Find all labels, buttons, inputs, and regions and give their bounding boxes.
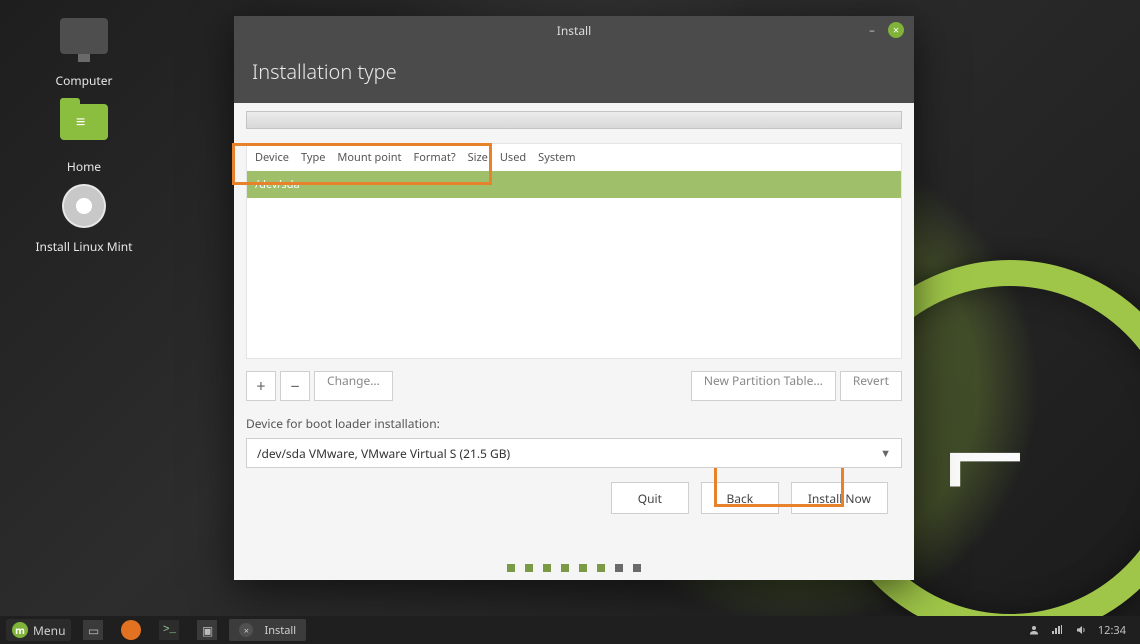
wizard-progress-dots <box>234 544 914 580</box>
desktop-icon-label: Computer <box>24 72 144 89</box>
volume-icon[interactable] <box>1074 624 1088 636</box>
network-icon[interactable] <box>1050 624 1064 636</box>
partition-table: Device Type Mount point Format? Size Use… <box>246 143 902 359</box>
window-titlebar[interactable]: Install – × <box>234 16 914 44</box>
folder-icon <box>60 104 108 140</box>
col-device: Device <box>255 150 289 165</box>
desktop-icon-home[interactable]: Home <box>24 100 144 175</box>
partition-empty-area <box>247 198 901 358</box>
partition-device-name: /dev/sda <box>255 177 300 192</box>
add-partition-button[interactable]: + <box>246 371 276 401</box>
bootloader-device-select[interactable]: /dev/sda VMware, VMware Virtual S (21.5 … <box>246 438 902 468</box>
quit-button[interactable]: Quit <box>611 482 689 514</box>
terminal-launcher[interactable]: >_ <box>153 619 185 641</box>
terminal-icon: >_ <box>159 620 179 640</box>
install-window: Install – × Installation type Device Typ… <box>234 16 914 580</box>
desktop: ⌐ Computer Home Install Linux Mint Insta… <box>0 0 1140 644</box>
partition-row-selected[interactable]: /dev/sda <box>247 171 901 198</box>
disk-usage-bar <box>246 111 902 129</box>
remove-partition-button[interactable]: − <box>280 371 310 401</box>
col-mount: Mount point <box>337 150 401 165</box>
taskbar: m Menu ▭ >_ ▣ × Install <box>0 616 1140 644</box>
task-label: Install <box>264 623 296 638</box>
user-icon[interactable] <box>1028 624 1040 636</box>
col-system: System <box>538 150 575 165</box>
col-size: Size <box>468 150 488 165</box>
taskbar-window-install[interactable]: × Install <box>229 619 306 641</box>
files-launcher[interactable]: ▣ <box>191 619 223 641</box>
desktop-icon-computer[interactable]: Computer <box>24 18 144 89</box>
install-now-button[interactable]: Install Now <box>791 482 888 514</box>
col-format: Format? <box>414 150 456 165</box>
task-close-icon: × <box>239 623 253 637</box>
change-partition-button[interactable]: Change… <box>314 371 393 401</box>
page-heading: Installation type <box>234 44 914 103</box>
window-close-button[interactable]: × <box>888 22 904 38</box>
files-icon: ▣ <box>197 620 217 640</box>
col-type: Type <box>301 150 325 165</box>
back-button[interactable]: Back <box>701 482 779 514</box>
chevron-down-icon: ▼ <box>880 446 891 461</box>
clock[interactable]: 12:34 <box>1098 623 1126 638</box>
desktop-icon-install-mint[interactable]: Install Linux Mint <box>24 184 144 255</box>
wizard-footer: Quit Back Install Now <box>246 468 902 528</box>
show-desktop-icon: ▭ <box>83 620 103 640</box>
col-used: Used <box>500 150 526 165</box>
firefox-launcher[interactable] <box>115 619 147 641</box>
computer-icon <box>60 18 108 54</box>
menu-button[interactable]: m Menu <box>6 619 71 641</box>
partition-table-header: Device Type Mount point Format? Size Use… <box>247 144 901 171</box>
firefox-icon <box>121 620 141 640</box>
partition-edit-row: + − Change… New Partition Table… Revert <box>246 371 902 401</box>
desktop-icon-label: Install Linux Mint <box>24 238 144 255</box>
show-desktop-button[interactable]: ▭ <box>77 619 109 641</box>
mint-logo-icon: m <box>12 622 28 638</box>
bootloader-device-value: /dev/sda VMware, VMware Virtual S (21.5 … <box>257 445 510 462</box>
bootloader-label: Device for boot loader installation: <box>246 415 902 432</box>
window-title: Install <box>557 22 592 39</box>
desktop-icon-label: Home <box>24 158 144 175</box>
revert-button[interactable]: Revert <box>840 371 902 401</box>
window-minimize-button[interactable]: – <box>864 22 880 38</box>
disc-icon <box>62 184 106 228</box>
menu-label: Menu <box>33 622 65 639</box>
new-partition-table-button[interactable]: New Partition Table… <box>691 371 836 401</box>
system-tray: 12:34 <box>1028 623 1134 638</box>
